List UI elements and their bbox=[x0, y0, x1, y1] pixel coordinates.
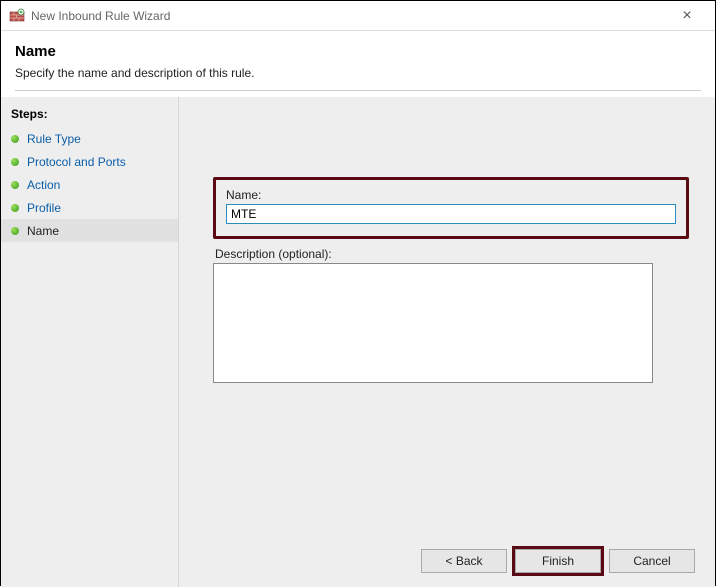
finish-button[interactable]: Finish bbox=[515, 549, 601, 573]
step-link[interactable]: Profile bbox=[27, 201, 61, 215]
bullet-icon bbox=[11, 181, 19, 189]
step-action[interactable]: Action bbox=[1, 173, 178, 196]
firewall-icon bbox=[9, 8, 25, 24]
step-profile[interactable]: Profile bbox=[1, 196, 178, 219]
window-title: New Inbound Rule Wizard bbox=[31, 9, 667, 23]
steps-sidebar: Steps: Rule Type Protocol and Ports Acti… bbox=[1, 97, 179, 587]
wizard-body: Steps: Rule Type Protocol and Ports Acti… bbox=[1, 97, 715, 587]
wizard-header: Name Specify the name and description of… bbox=[1, 31, 715, 97]
cancel-button[interactable]: Cancel bbox=[609, 549, 695, 573]
description-label: Description (optional): bbox=[215, 247, 689, 261]
titlebar: New Inbound Rule Wizard × bbox=[1, 1, 715, 31]
bullet-icon bbox=[11, 158, 19, 166]
page-heading: Name bbox=[15, 43, 701, 60]
name-input[interactable] bbox=[226, 204, 676, 224]
step-name[interactable]: Name bbox=[1, 219, 178, 242]
close-icon[interactable]: × bbox=[667, 8, 707, 24]
steps-label: Steps: bbox=[1, 103, 178, 127]
step-protocol-and-ports[interactable]: Protocol and Ports bbox=[1, 150, 178, 173]
description-input[interactable] bbox=[213, 263, 653, 383]
header-divider bbox=[15, 90, 701, 91]
main-panel: Name: Description (optional): < Back Fin… bbox=[179, 97, 715, 587]
name-label: Name: bbox=[226, 188, 676, 202]
page-subtitle: Specify the name and description of this… bbox=[15, 66, 701, 80]
step-rule-type[interactable]: Rule Type bbox=[1, 127, 178, 150]
bullet-icon bbox=[11, 135, 19, 143]
step-link[interactable]: Rule Type bbox=[27, 132, 81, 146]
bullet-icon bbox=[11, 204, 19, 212]
step-link[interactable]: Action bbox=[27, 178, 60, 192]
back-button[interactable]: < Back bbox=[421, 549, 507, 573]
name-field-highlight: Name: bbox=[213, 177, 689, 239]
step-link[interactable]: Protocol and Ports bbox=[27, 155, 126, 169]
button-row: < Back Finish Cancel bbox=[421, 549, 695, 573]
bullet-icon bbox=[11, 227, 19, 235]
step-label: Name bbox=[27, 224, 59, 238]
